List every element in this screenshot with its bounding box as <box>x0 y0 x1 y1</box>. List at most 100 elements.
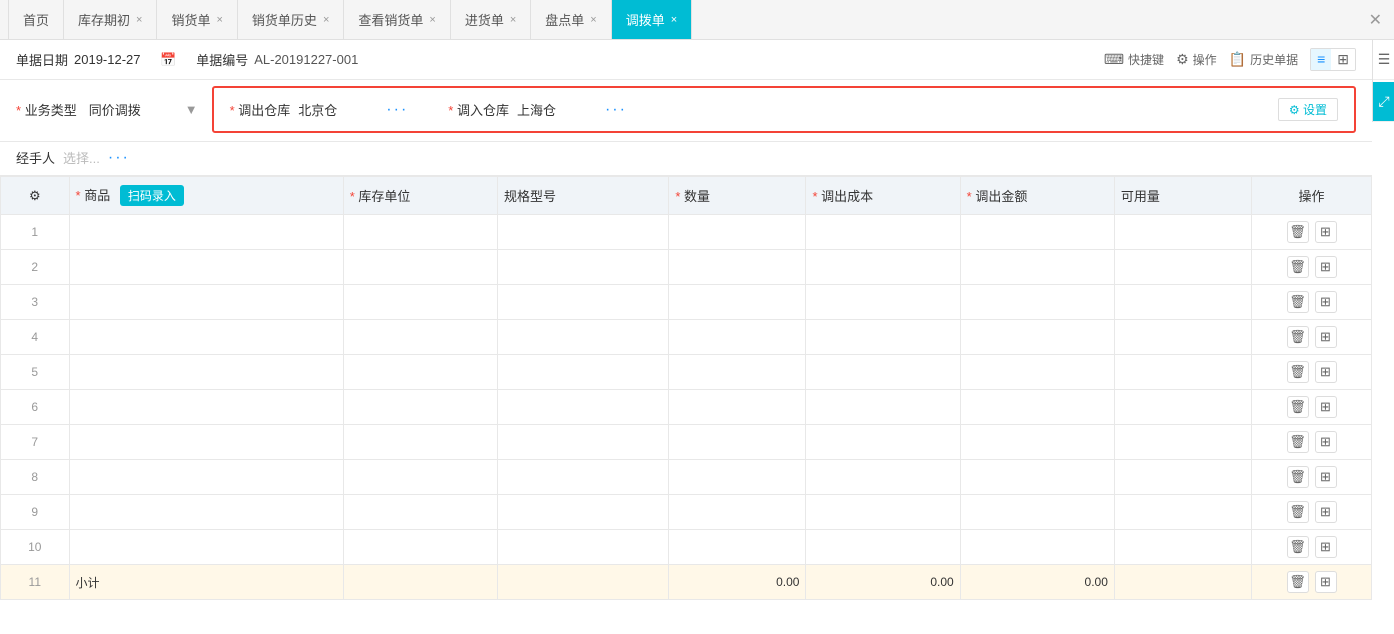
view-list-btn[interactable]: ≡ <box>1311 49 1331 70</box>
cell-spec[interactable] <box>497 320 668 355</box>
delete-icon[interactable]: 🗑 <box>1287 326 1309 348</box>
cell-product[interactable] <box>69 250 343 285</box>
cell-cost[interactable] <box>806 495 960 530</box>
cell-available[interactable] <box>1114 495 1251 530</box>
delete-icon[interactable]: 🗑 <box>1287 221 1309 243</box>
tab-view-sales-close[interactable]: × <box>429 14 435 26</box>
cell-qty[interactable] <box>669 425 806 460</box>
copy-icon[interactable]: ⊞ <box>1315 221 1337 243</box>
cell-amount[interactable] <box>960 390 1114 425</box>
tab-sales-order-close[interactable]: × <box>216 14 222 26</box>
business-type-dropdown[interactable]: ▼ <box>181 102 202 117</box>
cell-spec[interactable] <box>497 495 668 530</box>
copy-icon[interactable]: ⊞ <box>1315 501 1337 523</box>
th-gear[interactable]: ⚙ <box>1 177 70 215</box>
history-btn[interactable]: 📋 历史单据 <box>1229 51 1298 68</box>
transfer-in-value[interactable]: 上海仓 <box>517 100 597 119</box>
cell-amount[interactable] <box>960 495 1114 530</box>
cell-product[interactable] <box>69 530 343 565</box>
operator-placeholder[interactable]: 选择... <box>63 148 100 167</box>
cell-cost[interactable] <box>806 390 960 425</box>
cell-available[interactable] <box>1114 285 1251 320</box>
cell-qty[interactable] <box>669 390 806 425</box>
settings-button[interactable]: ⚙ 设置 <box>1278 98 1338 121</box>
cell-qty[interactable] <box>669 355 806 390</box>
delete-icon[interactable]: 🗑 <box>1287 256 1309 278</box>
tab-sales-order[interactable]: 销货单 × <box>157 0 237 39</box>
copy-icon[interactable]: ⊞ <box>1315 291 1337 313</box>
cell-amount[interactable] <box>960 250 1114 285</box>
cell-amount[interactable] <box>960 530 1114 565</box>
calendar-icon[interactable]: 📅 <box>160 52 176 68</box>
cell-product[interactable] <box>69 460 343 495</box>
cell-qty[interactable] <box>669 495 806 530</box>
cell-cost[interactable] <box>806 320 960 355</box>
cell-cost[interactable] <box>806 530 960 565</box>
doc-date-value[interactable]: 2019-12-27 <box>74 52 154 67</box>
tab-sales-history-close[interactable]: × <box>323 14 329 26</box>
tab-sales-history[interactable]: 销货单历史 × <box>238 0 344 39</box>
cell-qty[interactable] <box>669 320 806 355</box>
tab-inventory-init[interactable]: 库存期初 × <box>64 0 157 39</box>
cell-product[interactable] <box>69 285 343 320</box>
cell-spec[interactable] <box>497 425 668 460</box>
cell-unit[interactable] <box>343 355 497 390</box>
cell-cost[interactable] <box>806 285 960 320</box>
cell-amount[interactable] <box>960 320 1114 355</box>
cell-unit[interactable] <box>343 425 497 460</box>
cell-unit[interactable] <box>343 530 497 565</box>
shortcut-btn[interactable]: ⌨ 快捷键 <box>1104 51 1164 68</box>
copy-icon[interactable]: ⊞ <box>1315 466 1337 488</box>
cell-qty[interactable] <box>669 250 806 285</box>
scan-button[interactable]: 扫码录入 <box>120 185 184 206</box>
copy-icon[interactable]: ⊞ <box>1315 431 1337 453</box>
sidebar-expand-icon[interactable]: ⤢ <box>1373 82 1394 122</box>
cell-amount[interactable] <box>960 355 1114 390</box>
transfer-out-more-icon[interactable]: ··· <box>386 101 408 119</box>
cell-spec[interactable] <box>497 355 668 390</box>
delete-icon[interactable]: 🗑 <box>1287 501 1309 523</box>
cell-product[interactable] <box>69 390 343 425</box>
cell-cost[interactable] <box>806 250 960 285</box>
delete-icon[interactable]: 🗑 <box>1287 466 1309 488</box>
tab-purchase-close[interactable]: × <box>510 14 516 26</box>
delete-icon[interactable]: 🗑 <box>1287 291 1309 313</box>
delete-icon[interactable]: 🗑 <box>1287 536 1309 558</box>
cell-spec[interactable] <box>497 250 668 285</box>
transfer-out-value[interactable]: 北京仓 <box>298 100 378 119</box>
cell-available[interactable] <box>1114 320 1251 355</box>
cell-available[interactable] <box>1114 390 1251 425</box>
cell-amount[interactable] <box>960 460 1114 495</box>
cell-spec[interactable] <box>497 460 668 495</box>
tab-home[interactable]: 首页 <box>8 0 64 39</box>
window-close-button[interactable]: ✕ <box>1369 10 1382 30</box>
cell-available[interactable] <box>1114 355 1251 390</box>
cell-qty[interactable] <box>669 215 806 250</box>
cell-product[interactable] <box>69 320 343 355</box>
cell-spec[interactable] <box>497 390 668 425</box>
sidebar-list-icon[interactable]: ☰ <box>1373 40 1394 80</box>
cell-unit[interactable] <box>343 215 497 250</box>
cell-unit[interactable] <box>343 285 497 320</box>
cell-available[interactable] <box>1114 425 1251 460</box>
cell-amount[interactable] <box>960 215 1114 250</box>
copy-icon[interactable]: ⊞ <box>1315 361 1337 383</box>
cell-product[interactable] <box>69 495 343 530</box>
copy-icon[interactable]: ⊞ <box>1315 396 1337 418</box>
tab-inventory-check[interactable]: 盘点单 × <box>531 0 611 39</box>
operator-more-icon[interactable]: ··· <box>108 149 130 167</box>
delete-icon-subtotal[interactable]: 🗑 <box>1287 571 1309 593</box>
cell-amount[interactable] <box>960 425 1114 460</box>
tab-inventory-check-close[interactable]: × <box>590 14 596 26</box>
cell-product[interactable] <box>69 215 343 250</box>
cell-unit[interactable] <box>343 460 497 495</box>
cell-available[interactable] <box>1114 530 1251 565</box>
tab-transfer[interactable]: 调拨单 × <box>612 0 692 39</box>
cell-cost[interactable] <box>806 355 960 390</box>
view-grid-btn[interactable]: ⊞ <box>1331 49 1355 70</box>
cell-spec[interactable] <box>497 215 668 250</box>
operations-btn[interactable]: ⚙ 操作 <box>1176 51 1217 68</box>
copy-icon[interactable]: ⊞ <box>1315 326 1337 348</box>
cell-cost[interactable] <box>806 215 960 250</box>
cell-available[interactable] <box>1114 250 1251 285</box>
